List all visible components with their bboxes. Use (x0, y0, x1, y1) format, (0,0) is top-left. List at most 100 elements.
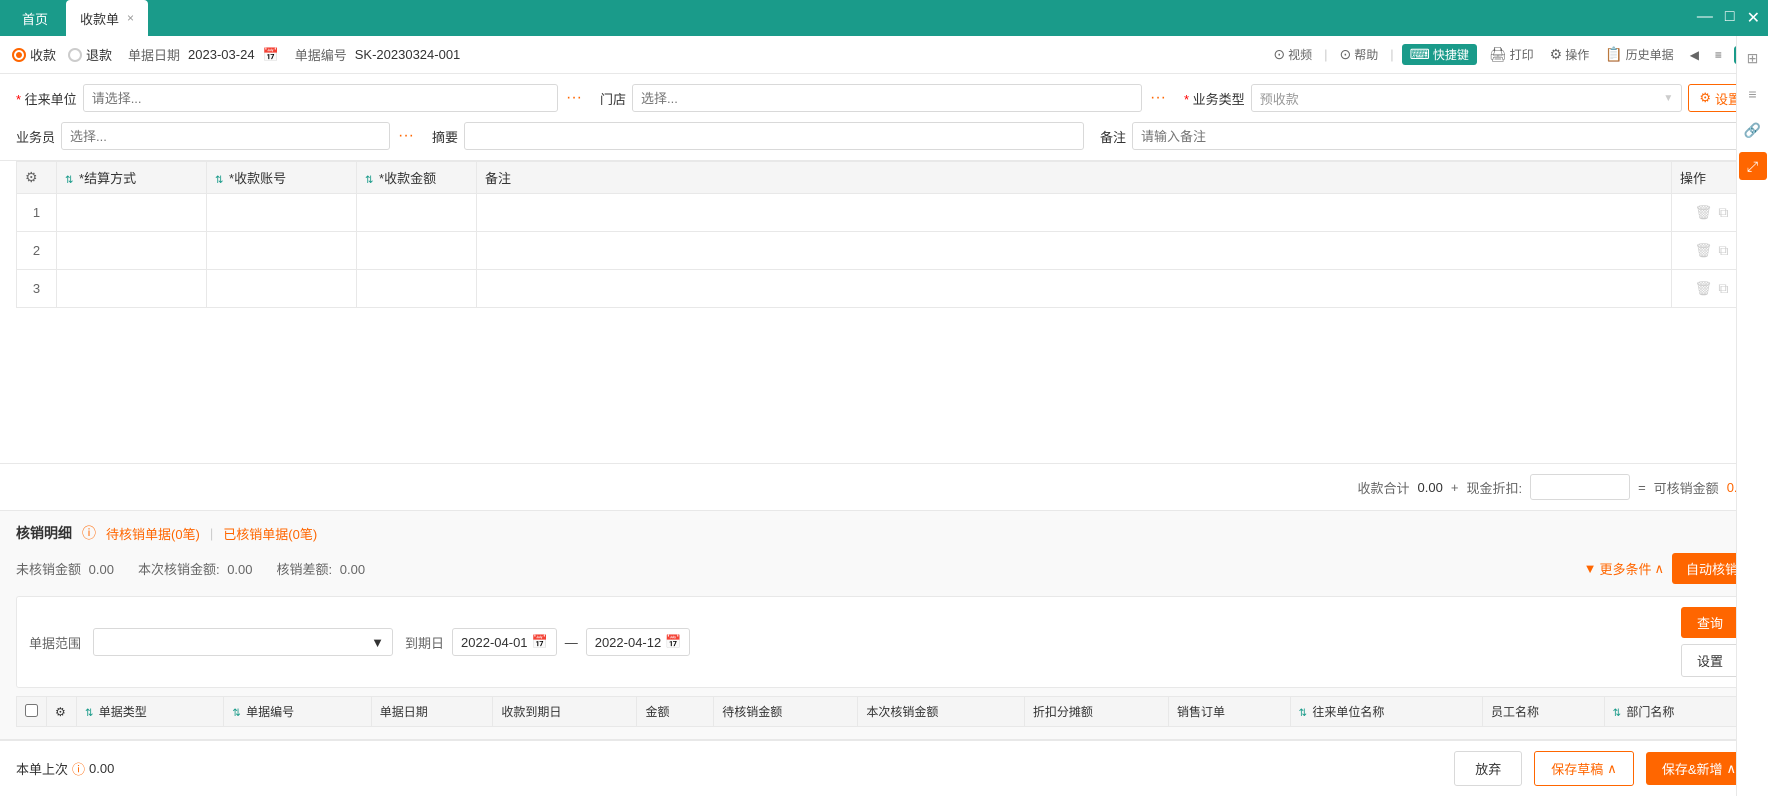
biz-type-value: 预收款 (1260, 89, 1299, 108)
row-settle-3[interactable] (57, 270, 207, 308)
row-remark-3[interactable] (477, 270, 1672, 308)
date-to-input[interactable]: 2022-04-12 📅 (586, 628, 691, 656)
delete-icon-2[interactable]: 🗑 (1695, 242, 1713, 259)
copy-icon-2[interactable]: ⧉ (1718, 242, 1728, 259)
radio-group: 收款 退款 (12, 45, 112, 64)
sidebar-icon-table[interactable]: ≡ (1739, 80, 1767, 108)
row-amount-3[interactable] (357, 270, 477, 308)
row-settle-1[interactable] (57, 194, 207, 232)
help-btn[interactable]: ⊙ 帮助 (1335, 44, 1382, 65)
video-label: 视频 (1288, 46, 1312, 63)
remark-field: 备注 (1100, 122, 1752, 150)
tab-collection[interactable]: 收款单 × (66, 0, 148, 36)
radio-refund-label: 退款 (86, 45, 112, 64)
filter-row: 单据范围 ▼ 到期日 2022-04-01 📅 — 2022-04-12 📅 (16, 596, 1752, 688)
th-checkbox (17, 697, 47, 727)
carry-info-icon[interactable]: ⓘ (72, 759, 85, 778)
save-draft-button[interactable]: 保存草稿 ∧ (1534, 751, 1634, 786)
shortcut-btn[interactable]: ⌨ 快捷键 (1402, 44, 1477, 65)
range-dropdown-icon: ▼ (371, 635, 384, 650)
maximize-icon[interactable]: □ (1725, 8, 1735, 28)
copy-icon-3[interactable]: ⧉ (1718, 280, 1728, 297)
sort-icon-3: ⇅ (365, 175, 373, 186)
row-remark-2[interactable] (477, 232, 1672, 270)
writeoff-info-icon[interactable]: ⓘ (82, 523, 96, 543)
uncanceled-stat: 未核销金额 0.00 (16, 559, 118, 578)
row-amount-2[interactable] (357, 232, 477, 270)
table-section: ⚙ ⇅ *结算方式 ⇅ *收款账号 ⇅ *收款金额 备注 (0, 161, 1768, 463)
auto-writeoff-label: 自动核销 (1686, 562, 1738, 577)
sort-icon-2: ⇅ (215, 175, 223, 186)
staff-input[interactable] (61, 122, 390, 150)
store-label: 门店 (600, 89, 626, 108)
th-sales-order-label: 销售订单 (1177, 705, 1225, 719)
th-discount-label: 折扣分摊额 (1033, 705, 1093, 719)
more-conditions-label: 更多条件 (1599, 559, 1651, 578)
radio-refund[interactable]: 退款 (68, 45, 112, 64)
tab-close-icon[interactable]: × (127, 11, 134, 25)
biz-type-select[interactable]: 预收款 ▼ (1251, 84, 1683, 112)
action-icons-2: 🗑 ⧉ (1680, 242, 1743, 259)
th-account: ⇅ *收款账号 (207, 162, 357, 194)
diff-stat: 核销差额: 0.00 (277, 559, 370, 578)
sidebar-icon-grid[interactable]: ⊞ (1739, 44, 1767, 72)
video-icon: ⊙ (1273, 46, 1285, 63)
discard-button[interactable]: 放弃 (1454, 751, 1522, 786)
th-partner-label: 往来单位名称 (1312, 705, 1384, 719)
date-label: 单据日期 (128, 45, 180, 64)
table-settings-icon[interactable]: ⚙ (25, 169, 38, 185)
tab-home[interactable]: 首页 (8, 0, 62, 36)
remark-input[interactable] (1132, 122, 1752, 150)
pending-tab[interactable]: 待核销单据(0笔) (106, 524, 200, 543)
date-from-input[interactable]: 2022-04-01 📅 (452, 628, 557, 656)
operation-btn[interactable]: ⚙ 操作 (1546, 44, 1594, 65)
discount-input[interactable] (1530, 474, 1630, 500)
bottom-bar: 本单上次 ⓘ 0.00 放弃 保存草稿 ∧ 保存&新增 ∧ (0, 739, 1768, 796)
minimize-icon[interactable]: — (1697, 8, 1713, 28)
number-value: SK-20230324-001 (355, 47, 461, 62)
prev-btn[interactable]: ◀ (1686, 46, 1703, 64)
row-account-3[interactable] (207, 270, 357, 308)
summary-input[interactable] (464, 122, 1084, 150)
history-btn[interactable]: 📋 历史单据 (1601, 44, 1677, 65)
layout1-btn[interactable]: ≡ (1711, 46, 1726, 64)
carry-label: 本单上次 (16, 759, 68, 778)
prev-icon: ◀ (1690, 48, 1699, 62)
shortcut-icon: ⌨ (1410, 46, 1430, 63)
sidebar-icon-link[interactable]: 🔗 (1739, 116, 1767, 144)
th-remark-label: 备注 (485, 171, 511, 186)
delete-icon-1[interactable]: 🗑 (1695, 204, 1713, 221)
row-num-1: 1 (17, 194, 57, 232)
remark-label: 备注 (1100, 127, 1126, 146)
video-btn[interactable]: ⊙ 视频 (1269, 44, 1316, 65)
save-draft-arrow: ∧ (1607, 761, 1617, 777)
history-icon: 📋 (1605, 46, 1622, 63)
done-tab[interactable]: 已核销单据(0笔) (223, 524, 317, 543)
sidebar-icon-expand[interactable]: ⤢ (1739, 152, 1767, 180)
print-btn[interactable]: 🖨 打印 (1485, 44, 1538, 65)
biz-type-field: 业务类型 预收款 ▼ ⚙ 设置 (1184, 84, 1752, 112)
select-all-checkbox[interactable] (25, 704, 38, 717)
store-input[interactable] (632, 84, 1142, 112)
row-amount-1[interactable] (357, 194, 477, 232)
delete-icon-3[interactable]: 🗑 (1695, 280, 1713, 297)
radio-collection[interactable]: 收款 (12, 45, 56, 64)
close-icon[interactable]: ✕ (1747, 8, 1760, 28)
store-more-btn[interactable]: ··· (1148, 89, 1168, 107)
row-account-2[interactable] (207, 232, 357, 270)
row-remark-1[interactable] (477, 194, 1672, 232)
counterpart-more-btn[interactable]: ··· (564, 89, 584, 107)
counterpart-input[interactable] (83, 84, 558, 112)
table2-settings-icon[interactable]: ⚙ (55, 705, 66, 719)
collection-total-label: 收款合计 (1358, 478, 1410, 497)
filter-settings-button[interactable]: 设置 (1681, 644, 1739, 677)
more-conditions-btn[interactable]: ▼ 更多条件 ∧ (1584, 559, 1664, 578)
row-settle-2[interactable] (57, 232, 207, 270)
calendar-icon[interactable]: 📅 (263, 47, 279, 63)
range-select[interactable]: ▼ (93, 628, 393, 656)
copy-icon-1[interactable]: ⧉ (1718, 204, 1728, 221)
row-account-1[interactable] (207, 194, 357, 232)
query-button[interactable]: 查询 (1681, 607, 1739, 638)
th-amount: 金额 (637, 697, 714, 727)
staff-more-btn[interactable]: ··· (396, 127, 416, 145)
